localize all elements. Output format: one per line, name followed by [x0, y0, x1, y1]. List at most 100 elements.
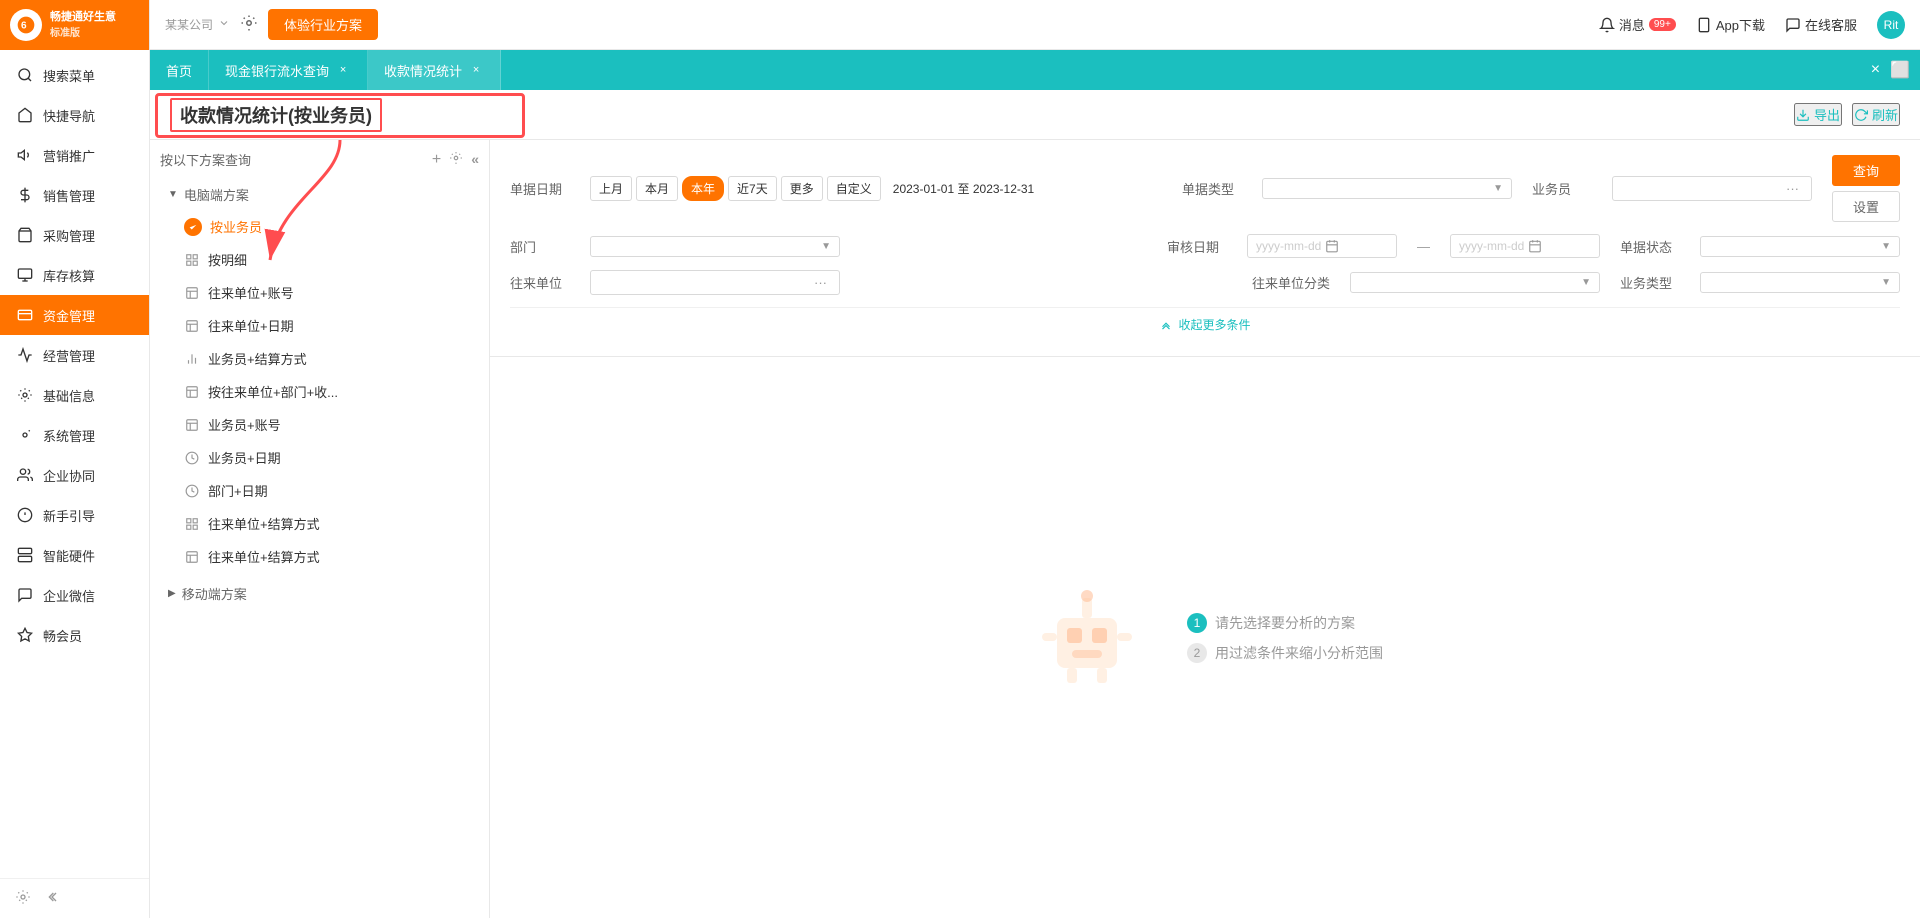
scheme-item-salesperson-date[interactable]: 业务员+日期	[160, 441, 479, 474]
member-icon	[15, 625, 35, 645]
business-type-dropdown-icon: ▼	[1881, 277, 1891, 288]
sidebar-item-marketing[interactable]: 营销推广	[0, 135, 149, 175]
company-name: 某某公司	[165, 16, 213, 33]
tab-bank-flow-close[interactable]: ×	[335, 62, 351, 78]
scheme-item-partner-settlement1[interactable]: 往来单位+结算方式	[160, 507, 479, 540]
tab-maximize-window[interactable]: ⬜	[1890, 60, 1910, 80]
scheme-item-partner-dept[interactable]: 按往来单位+部门+收...	[160, 375, 479, 408]
topbar: 某某公司 体验行业方案 消息 99+ App下载 在线客服	[150, 0, 1920, 50]
doc-status-label: 单据状态	[1620, 237, 1680, 256]
clock-icon	[184, 450, 200, 466]
business-type-select[interactable]: ▼	[1700, 272, 1900, 293]
online-service-btn[interactable]: 在线客服	[1785, 15, 1857, 34]
salesperson-select[interactable]: ···	[1612, 176, 1812, 201]
scheme-settings-btn[interactable]	[449, 151, 463, 169]
clock-icon2	[184, 483, 200, 499]
tip-num-2: 2	[1187, 643, 1207, 663]
scheme-label: 业务员+账号	[208, 415, 281, 434]
purchase-icon	[15, 225, 35, 245]
sidebar-item-system[interactable]: 系统管理	[0, 415, 149, 455]
scheme-item-by-salesperson[interactable]: 按业务员	[160, 210, 479, 243]
date-btn-more[interactable]: 更多	[781, 176, 823, 201]
query-btn[interactable]: 查询	[1832, 155, 1900, 186]
tabs-window-controls: × ⬜	[1861, 50, 1920, 90]
dept-select[interactable]: ▼	[590, 236, 840, 257]
partner-category-label: 往来单位分类	[1252, 273, 1330, 292]
app-download-btn[interactable]: App下载	[1696, 15, 1765, 34]
date-btn-this-year[interactable]: 本年	[682, 176, 724, 201]
date-btn-last-month[interactable]: 上月	[590, 176, 632, 201]
user-avatar[interactable]: Rit	[1877, 11, 1905, 39]
refresh-btn[interactable]: 刷新	[1852, 103, 1900, 126]
settings-bottom-icon[interactable]	[15, 889, 31, 908]
sidebar-item-inventory[interactable]: 库存核算	[0, 255, 149, 295]
notification-btn[interactable]: 消息 99+	[1599, 15, 1676, 34]
empty-tips: 1 请先选择要分析的方案 2 用过滤条件来缩小分析范围	[1187, 613, 1383, 663]
scheme-item-partner-date[interactable]: 往来单位+日期	[160, 309, 479, 342]
mobile-scheme-group-title[interactable]: ▶ 移动端方案	[160, 578, 479, 609]
partner-category-select[interactable]: ▼	[1350, 272, 1600, 293]
scheme-item-salesperson-account[interactable]: 业务员+账号	[160, 408, 479, 441]
page-title: 收款情况统计(按业务员)	[170, 98, 382, 132]
empty-tip-1: 1 请先选择要分析的方案	[1187, 613, 1383, 633]
desktop-group-label: 电脑端方案	[184, 185, 249, 204]
date-btn-custom[interactable]: 自定义	[827, 176, 881, 201]
doc-type-select[interactable]: ▼	[1262, 178, 1512, 199]
scheme-item-partner-account[interactable]: 往来单位+账号	[160, 276, 479, 309]
scheme-item-by-detail[interactable]: 按明细	[160, 243, 479, 276]
app-name: 畅捷通好生意	[50, 11, 116, 24]
tab-bar: 首页 现金银行流水查询 × 收款情况统计 × × ⬜	[150, 50, 1920, 90]
sidebar-item-quick-nav[interactable]: 快捷导航	[0, 95, 149, 135]
doc-type-label: 单据类型	[1182, 179, 1242, 198]
sidebar-item-search-menu[interactable]: 搜索菜单	[0, 55, 149, 95]
review-date-from[interactable]: yyyy-mm-dd	[1247, 234, 1397, 258]
sidebar-item-operations[interactable]: 经营管理	[0, 335, 149, 375]
scheme-item-salesperson-settlement[interactable]: 业务员+结算方式	[160, 342, 479, 375]
tab-collection-stats-close[interactable]: ×	[468, 62, 484, 78]
table-icon2	[184, 318, 200, 334]
collapse-bar[interactable]: 收起更多条件	[510, 307, 1900, 341]
topbar-settings-icon[interactable]	[240, 14, 258, 35]
sales-icon	[15, 185, 35, 205]
scheme-label: 按业务员	[210, 217, 262, 236]
filter-area: 单据日期 上月 本月 本年 近7天 更多 自定义 2023-01-01 至 20…	[490, 140, 1920, 357]
topbar-dropdown-icon[interactable]	[218, 17, 230, 32]
finance-icon	[15, 305, 35, 325]
date-label: 单据日期	[510, 179, 570, 198]
table-icon5	[184, 549, 200, 565]
sidebar-item-wechat[interactable]: 企业微信	[0, 575, 149, 615]
tab-collection-stats[interactable]: 收款情况统计 ×	[368, 50, 501, 90]
tab-bank-flow[interactable]: 现金银行流水查询 ×	[209, 50, 368, 90]
collapse-sidebar-icon[interactable]	[46, 889, 62, 908]
collapse-left-panel-btn[interactable]: «	[471, 151, 479, 169]
sidebar-item-hardware[interactable]: 智能硬件	[0, 535, 149, 575]
tab-home[interactable]: 首页	[150, 50, 209, 90]
app-logo: 6 畅捷通好生意 标准版	[0, 0, 149, 50]
desktop-scheme-group-title[interactable]: ▼ 电脑端方案	[160, 179, 479, 210]
table-icon3	[184, 384, 200, 400]
sidebar-item-basic[interactable]: 基础信息	[0, 375, 149, 415]
date-btn-7days[interactable]: 近7天	[728, 176, 777, 201]
sidebar-item-purchase[interactable]: 采购管理	[0, 215, 149, 255]
settings-btn[interactable]: 设置	[1832, 191, 1900, 222]
sidebar-item-member[interactable]: 畅会员	[0, 615, 149, 655]
export-btn[interactable]: 导出	[1794, 103, 1842, 126]
sidebar-item-finance[interactable]: 资金管理	[0, 295, 149, 335]
date-btn-this-month[interactable]: 本月	[636, 176, 678, 201]
scheme-item-partner-settlement2[interactable]: 往来单位+结算方式	[160, 540, 479, 573]
sidebar-item-guide[interactable]: 新手引导	[0, 495, 149, 535]
page-actions: 导出 刷新	[1794, 103, 1900, 126]
action-buttons: 查询 设置	[1832, 155, 1900, 222]
scheme-item-dept-date[interactable]: 部门+日期	[160, 474, 479, 507]
mobile-scheme-group: ▶ 移动端方案	[160, 578, 479, 609]
doc-status-select[interactable]: ▼	[1700, 236, 1900, 257]
sidebar-item-enterprise[interactable]: 企业协同	[0, 455, 149, 495]
try-industry-btn[interactable]: 体验行业方案	[268, 9, 378, 40]
add-scheme-btn[interactable]: +	[432, 151, 441, 169]
partner-select[interactable]: ···	[590, 270, 840, 295]
review-date-to[interactable]: yyyy-mm-dd	[1450, 234, 1600, 258]
sidebar-item-sales[interactable]: 销售管理	[0, 175, 149, 215]
enterprise-icon	[15, 465, 35, 485]
empty-robot-illustration: 1 请先选择要分析的方案 2 用过滤条件来缩小分析范围	[1027, 578, 1383, 698]
tab-close-window[interactable]: ×	[1871, 61, 1880, 79]
